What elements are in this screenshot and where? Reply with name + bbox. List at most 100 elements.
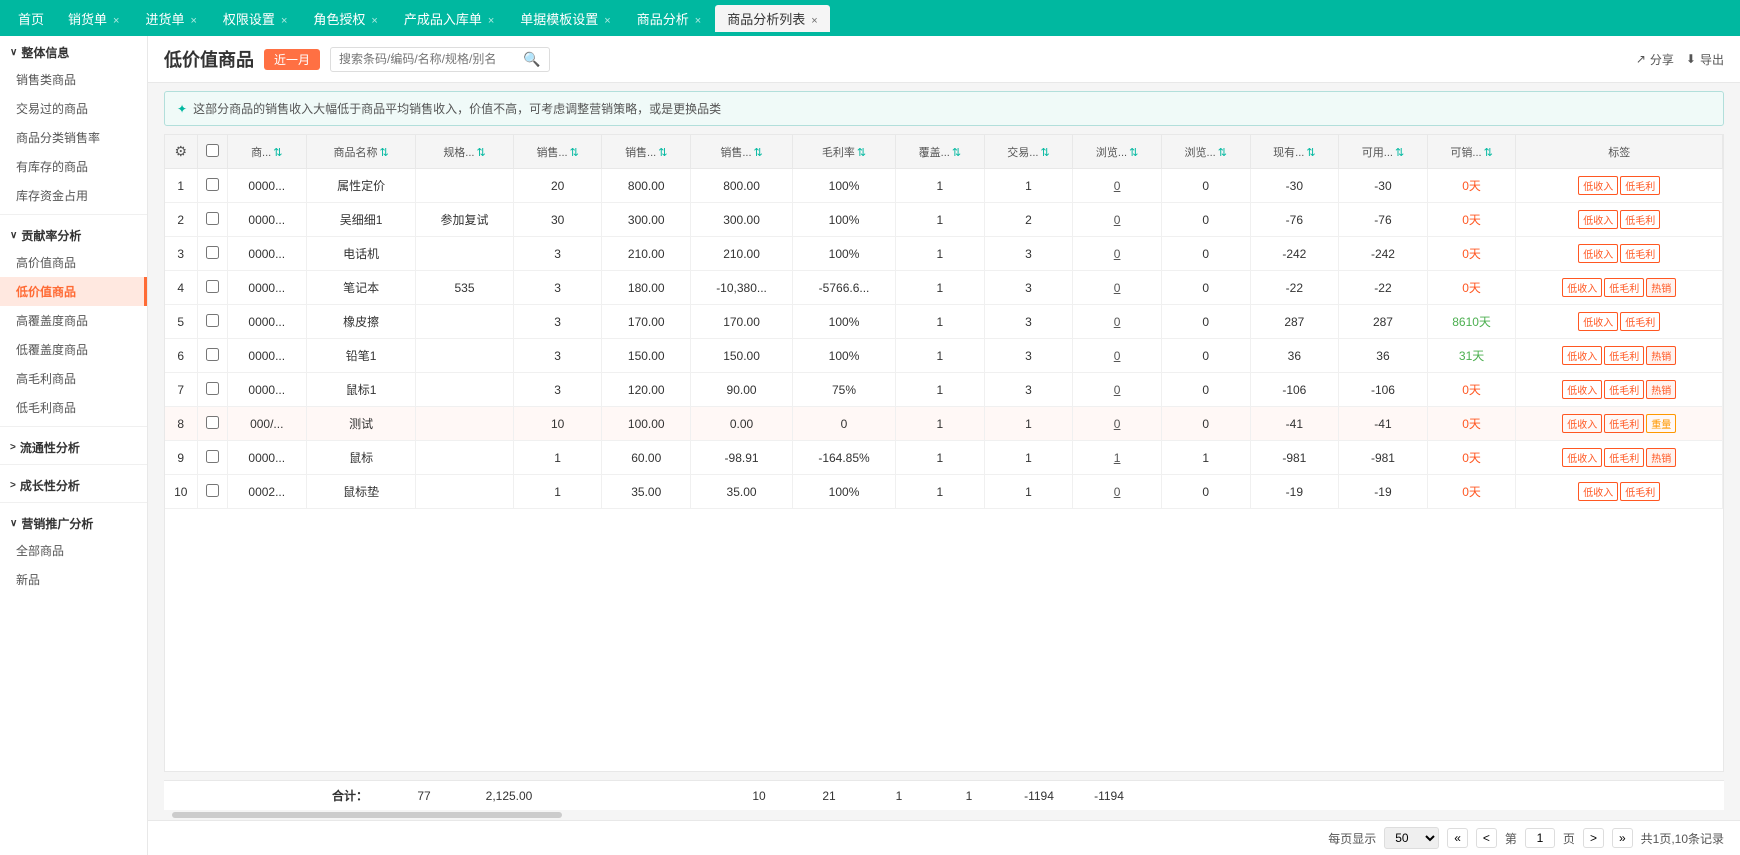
- col-margin[interactable]: 毛利率⇅: [793, 135, 896, 169]
- sidebar-item-stock-capital[interactable]: 库存资金占用: [0, 181, 147, 210]
- col-qty1[interactable]: 销售...⇅: [513, 135, 602, 169]
- sort-icon: ⇅: [273, 147, 282, 159]
- row-spec: [416, 169, 514, 203]
- first-page-button[interactable]: «: [1447, 828, 1468, 848]
- sidebar-item-sales-goods[interactable]: 销售类商品: [0, 65, 147, 94]
- sidebar-group-marketing-title[interactable]: ∨ 营销推广分析: [0, 507, 147, 536]
- close-purchase-icon[interactable]: ×: [190, 15, 196, 27]
- row-checkbox[interactable]: [206, 416, 219, 429]
- browse-link[interactable]: 0: [1114, 213, 1121, 227]
- row-checkbox[interactable]: [206, 450, 219, 463]
- nav-sales[interactable]: 销货单×: [56, 5, 131, 32]
- sidebar-item-high-value[interactable]: 高价值商品: [0, 248, 147, 277]
- sort-icon-10: ⇅: [1129, 147, 1138, 159]
- nav-purchase[interactable]: 进货单×: [133, 5, 208, 32]
- row-checkbox[interactable]: [206, 212, 219, 225]
- col-available[interactable]: 可用...⇅: [1339, 135, 1428, 169]
- browse-link[interactable]: 0: [1114, 383, 1121, 397]
- close-roles-icon[interactable]: ×: [371, 15, 377, 27]
- sidebar-item-low-coverage[interactable]: 低覆盖度商品: [0, 335, 147, 364]
- close-permissions-icon[interactable]: ×: [281, 15, 287, 27]
- nav-analysis-list[interactable]: 商品分析列表×: [715, 5, 829, 32]
- sidebar-item-new-goods[interactable]: 新品: [0, 565, 147, 594]
- browse-link[interactable]: 0: [1114, 281, 1121, 295]
- nav-analysis[interactable]: 商品分析×: [625, 5, 713, 32]
- nav-roles[interactable]: 角色授权×: [301, 5, 389, 32]
- page-size-label: 每页显示: [1328, 830, 1376, 847]
- nav-permissions[interactable]: 权限设置×: [211, 5, 299, 32]
- horizontal-scrollbar[interactable]: [172, 812, 562, 818]
- col-spec[interactable]: 规格...⇅: [416, 135, 514, 169]
- col-sellable[interactable]: 可销...⇅: [1427, 135, 1516, 169]
- page-size-select[interactable]: 50 10 20 100: [1384, 827, 1439, 849]
- search-input[interactable]: [339, 52, 519, 66]
- export-button[interactable]: ⬇ 导出: [1686, 51, 1724, 68]
- row-trade: 1: [984, 441, 1073, 475]
- row-price2: 800.00: [691, 169, 793, 203]
- page-number-input[interactable]: [1525, 828, 1555, 848]
- row-no: 6: [165, 339, 197, 373]
- sidebar-item-traded-goods[interactable]: 交易过的商品: [0, 94, 147, 123]
- col-current[interactable]: 现有...⇅: [1250, 135, 1339, 169]
- sidebar-item-high-profit[interactable]: 高毛利商品: [0, 364, 147, 393]
- close-sales-icon[interactable]: ×: [113, 15, 119, 27]
- sidebar-item-low-profit[interactable]: 低毛利商品: [0, 393, 147, 422]
- nav-inventory[interactable]: 产成品入库单×: [392, 5, 506, 32]
- col-name[interactable]: 商品名称⇅: [307, 135, 416, 169]
- share-button[interactable]: ↗ 分享: [1636, 51, 1674, 68]
- col-browse1[interactable]: 浏览...⇅: [1073, 135, 1162, 169]
- col-price1[interactable]: 销售...⇅: [602, 135, 691, 169]
- tag: 低收入: [1578, 210, 1618, 229]
- sidebar-item-all-goods[interactable]: 全部商品: [0, 536, 147, 565]
- row-qty1: 20: [513, 169, 602, 203]
- row-checkbox[interactable]: [206, 246, 219, 259]
- row-checkbox[interactable]: [206, 178, 219, 191]
- browse-link[interactable]: 0: [1114, 315, 1121, 329]
- sidebar-item-high-coverage[interactable]: 高覆盖度商品: [0, 306, 147, 335]
- nav-home[interactable]: 首页: [8, 5, 54, 32]
- browse-link[interactable]: 0: [1114, 485, 1121, 499]
- close-analysis-icon[interactable]: ×: [695, 15, 701, 27]
- row-qty1: 3: [513, 373, 602, 407]
- close-inventory-icon[interactable]: ×: [488, 15, 494, 27]
- close-templates-icon[interactable]: ×: [604, 15, 610, 27]
- next-page-button[interactable]: >: [1583, 828, 1604, 848]
- filter-button[interactable]: 近一月: [264, 49, 320, 70]
- sidebar-group-overview-title[interactable]: ∨ 整体信息: [0, 36, 147, 65]
- row-checkbox[interactable]: [206, 348, 219, 361]
- sidebar-group-growth-title[interactable]: > 成长性分析: [0, 469, 147, 498]
- col-code[interactable]: 商...⇅: [227, 135, 307, 169]
- row-spec: [416, 373, 514, 407]
- tag: 低收入: [1578, 482, 1618, 501]
- col-cover[interactable]: 覆盖...⇅: [896, 135, 985, 169]
- browse-link[interactable]: 1: [1114, 451, 1121, 465]
- row-checkbox[interactable]: [206, 314, 219, 327]
- tag: 热销: [1646, 346, 1676, 365]
- sidebar-group-contribution-title[interactable]: ∨ 贡献率分析: [0, 219, 147, 248]
- row-checkbox[interactable]: [206, 382, 219, 395]
- last-page-button[interactable]: »: [1612, 828, 1633, 848]
- row-browse1: 0: [1073, 373, 1162, 407]
- browse-link[interactable]: 0: [1114, 349, 1121, 363]
- browse-link[interactable]: 0: [1114, 417, 1121, 431]
- sidebar-item-stock-goods[interactable]: 有库存的商品: [0, 152, 147, 181]
- browse-link[interactable]: 0: [1114, 247, 1121, 261]
- row-checkbox[interactable]: [206, 484, 219, 497]
- sidebar-group-circulation-title[interactable]: > 流通性分析: [0, 431, 147, 460]
- nav-templates[interactable]: 单据模板设置×: [508, 5, 622, 32]
- sidebar-item-category-rate[interactable]: 商品分类销售率: [0, 123, 147, 152]
- col-price2[interactable]: 销售...⇅: [691, 135, 793, 169]
- row-checkbox[interactable]: [206, 280, 219, 293]
- select-all-checkbox[interactable]: [206, 144, 219, 157]
- sidebar-item-low-value[interactable]: 低价值商品: [0, 277, 147, 306]
- gear-icon[interactable]: ⚙: [174, 143, 187, 159]
- search-icon[interactable]: 🔍: [523, 51, 540, 68]
- col-settings[interactable]: ⚙: [165, 135, 197, 169]
- prev-page-button[interactable]: <: [1476, 828, 1497, 848]
- close-analysis-list-icon[interactable]: ×: [811, 15, 817, 27]
- browse-link[interactable]: 0: [1114, 179, 1121, 193]
- row-current: -30: [1250, 169, 1339, 203]
- col-trade[interactable]: 交易...⇅: [984, 135, 1073, 169]
- row-name: 电话机: [307, 237, 416, 271]
- col-browse2[interactable]: 浏览...⇅: [1161, 135, 1250, 169]
